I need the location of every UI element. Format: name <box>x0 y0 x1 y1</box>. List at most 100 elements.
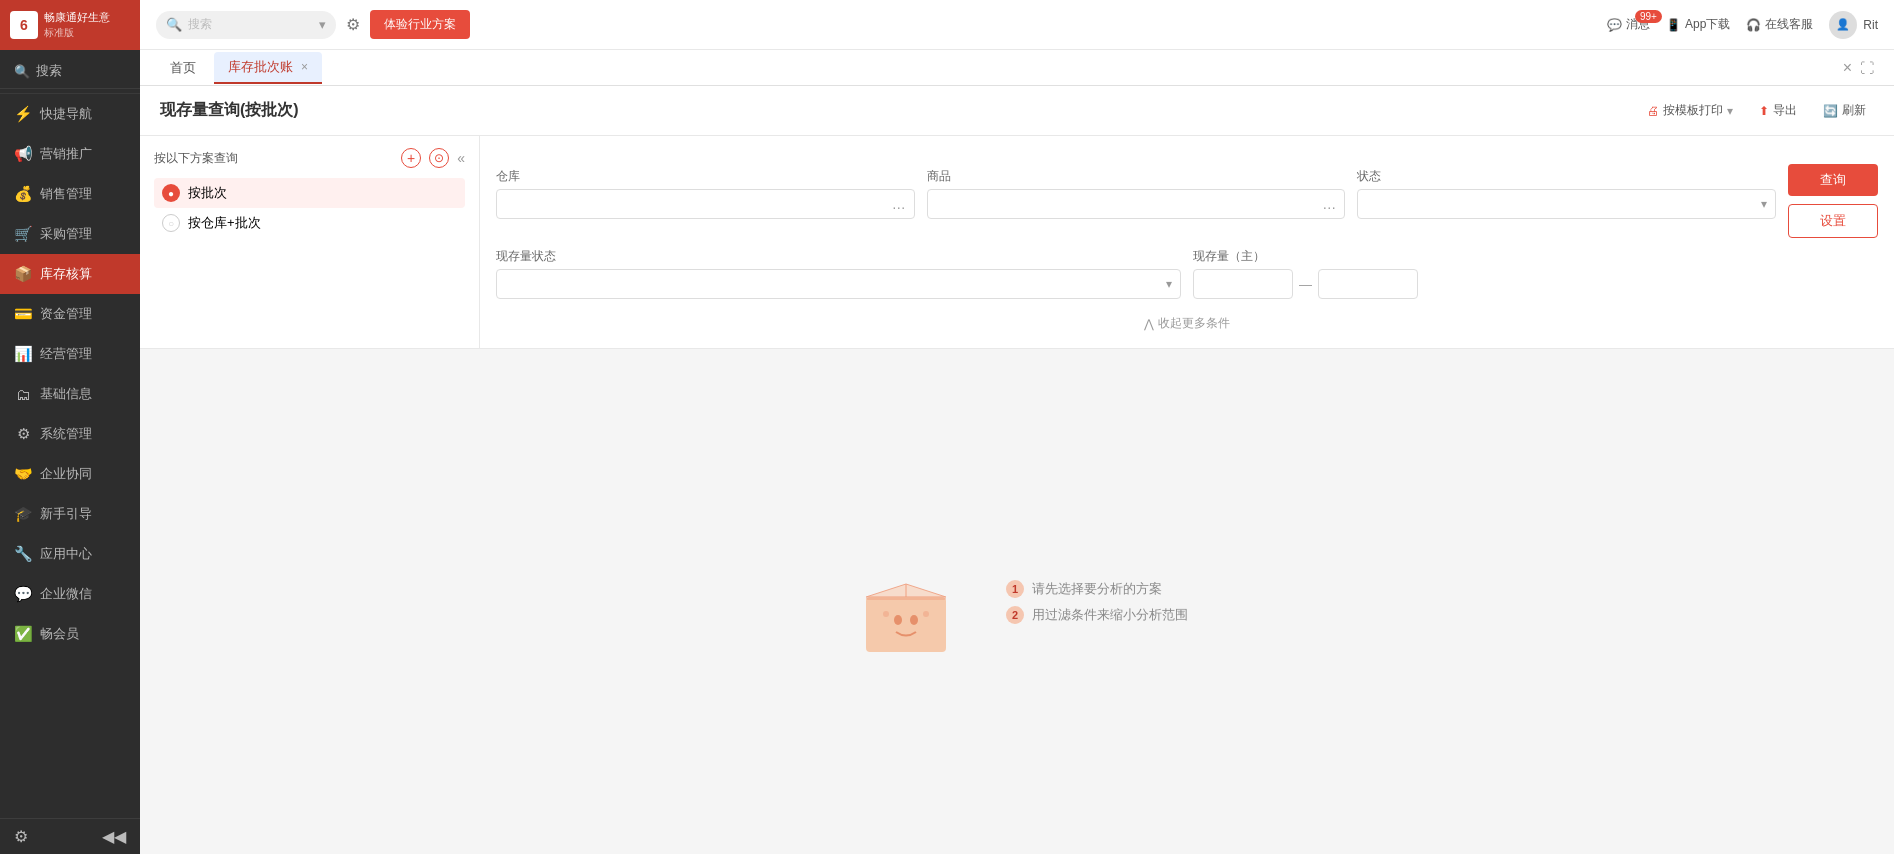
sidebar-item-marketing[interactable]: 📢 营销推广 <box>0 134 140 174</box>
hint-num-2: 2 <box>1006 606 1024 624</box>
filter-row-2: 现存量状态 ▾ 现存量（主） — <box>496 248 1878 299</box>
sidebar-item-purchase[interactable]: 🛒 采购管理 <box>0 214 140 254</box>
collapse-more-btn[interactable]: ⋀ 收起更多条件 <box>496 309 1878 336</box>
tab-inventory-batch[interactable]: 库存批次账 × <box>214 52 322 84</box>
empty-hint-1: 1 请先选择要分析的方案 <box>1006 580 1162 598</box>
empty-hints: 1 请先选择要分析的方案 2 用过滤条件来缩小分析范围 <box>1006 580 1188 624</box>
inventory-qty-min[interactable] <box>1193 269 1293 299</box>
close-panel-btn[interactable]: × <box>1843 60 1852 76</box>
filter-row-1: 仓库 … 商品 … <box>496 148 1878 238</box>
sidebar-item-enterprise[interactable]: 🤝 企业协同 <box>0 454 140 494</box>
panel-expand-icon[interactable]: ⛶ <box>1860 60 1874 76</box>
phone-icon: 📱 <box>1666 18 1681 32</box>
sidebar-item-quick-nav[interactable]: ⚡ 快捷导航 <box>0 94 140 134</box>
topbar-settings-icon[interactable]: ⚙ <box>346 15 360 34</box>
finance-icon: 💳 <box>14 305 32 323</box>
topbar-dropdown-icon[interactable]: ▾ <box>319 17 326 32</box>
warehouse-more-icon[interactable]: … <box>892 196 906 212</box>
sidebar-item-basic[interactable]: 🗂 基础信息 <box>0 374 140 414</box>
sidebar-collapse-icon[interactable]: ◀◀ <box>102 827 126 846</box>
topbar-search-icon: 🔍 <box>166 17 182 32</box>
app-download-btn[interactable]: 📱 App下载 <box>1666 16 1730 33</box>
tab-home-label: 首页 <box>170 59 196 77</box>
scheme-item-batch[interactable]: ● 按批次 <box>154 178 465 208</box>
app-subtitle: 标准版 <box>44 26 110 40</box>
sidebar-item-member[interactable]: ✅ 畅会员 <box>0 614 140 654</box>
svg-point-4 <box>894 615 902 625</box>
scheme-batch-label: 按批次 <box>188 184 227 202</box>
svg-rect-0 <box>866 597 946 652</box>
query-btn[interactable]: 查询 <box>1788 164 1878 196</box>
marketing-icon: 📢 <box>14 145 32 163</box>
enterprise-icon: 🤝 <box>14 465 32 483</box>
main-content: 🔍 搜索 ▾ ⚙ 体验行业方案 💬 消息 99+ 📱 App下载 🎧 在线客服 <box>140 0 1894 854</box>
print-dropdown-icon[interactable]: ▾ <box>1727 104 1733 118</box>
export-btn[interactable]: ⬆ 导出 <box>1751 98 1805 123</box>
sidebar-item-label: 基础信息 <box>40 385 92 403</box>
filter-buttons: 查询 设置 <box>1788 148 1878 238</box>
sidebar-item-operations[interactable]: 📊 经营管理 <box>0 334 140 374</box>
page-header: 现存量查询(按批次) 🖨 按模板打印 ▾ ⬆ 导出 🔄 刷新 <box>140 86 1894 136</box>
scheme-item-warehouse-batch[interactable]: ○ 按仓库+批次 <box>154 208 465 238</box>
print-btn[interactable]: 🖨 按模板打印 ▾ <box>1639 98 1741 123</box>
sidebar-settings-icon[interactable]: ⚙ <box>14 827 28 846</box>
settings-btn[interactable]: 设置 <box>1788 204 1878 238</box>
scheme-add-btn[interactable]: + <box>401 148 421 168</box>
quick-nav-icon: ⚡ <box>14 105 32 123</box>
sidebar-item-inventory[interactable]: 📦 库存核算 <box>0 254 140 294</box>
scheme-collapse-btn[interactable]: « <box>457 150 465 166</box>
export-icon: ⬆ <box>1759 104 1769 118</box>
warehouse-input-wrapper[interactable]: … <box>496 189 915 219</box>
sidebar-item-label: 营销推广 <box>40 145 92 163</box>
sidebar-item-label: 系统管理 <box>40 425 92 443</box>
online-service-btn[interactable]: 🎧 在线客服 <box>1746 16 1813 33</box>
range-separator: — <box>1299 277 1312 292</box>
messages-btn[interactable]: 💬 消息 99+ <box>1607 16 1650 33</box>
user-avatar: 👤 <box>1829 11 1857 39</box>
filter-fields-panel: 仓库 … 商品 … <box>480 136 1894 348</box>
app-download-label: App下载 <box>1685 16 1730 33</box>
warehouse-input[interactable] <box>505 197 888 211</box>
page-title: 现存量查询(按批次) <box>160 100 299 121</box>
sidebar-item-label: 采购管理 <box>40 225 92 243</box>
sidebar-item-newuser[interactable]: 🎓 新手引导 <box>0 494 140 534</box>
goods-input-wrapper[interactable]: … <box>927 189 1346 219</box>
print-label: 按模板打印 <box>1663 102 1723 119</box>
sidebar: 6 畅康通好生意 标准版 🔍 搜索 ⚡ 快捷导航 📢 营销推广 💰 销售管理 🛒… <box>0 0 140 854</box>
inventory-status-select[interactable]: ▾ <box>496 269 1181 299</box>
goods-more-icon[interactable]: … <box>1322 196 1336 212</box>
user-profile-btn[interactable]: 👤 Rit <box>1829 11 1878 39</box>
goods-input[interactable] <box>936 197 1319 211</box>
refresh-btn[interactable]: 🔄 刷新 <box>1815 98 1874 123</box>
status-select[interactable]: ▾ <box>1357 189 1776 219</box>
sidebar-search-btn[interactable]: 🔍 搜索 <box>0 54 140 89</box>
tab-home[interactable]: 首页 <box>156 53 210 83</box>
sidebar-item-finance[interactable]: 💳 资金管理 <box>0 294 140 334</box>
sidebar-item-system[interactable]: ⚙ 系统管理 <box>0 414 140 454</box>
topbar-right: 💬 消息 99+ 📱 App下载 🎧 在线客服 👤 Rit <box>1607 11 1878 39</box>
sidebar-item-sales[interactable]: 💰 销售管理 <box>0 174 140 214</box>
filter-scheme-panel: 按以下方案查询 + ⊙ « ● 按批次 <box>140 136 480 348</box>
experience-btn[interactable]: 体验行业方案 <box>370 10 470 39</box>
hint-text-2: 用过滤条件来缩小分析范围 <box>1032 606 1188 624</box>
topbar-search-placeholder: 搜索 <box>188 16 212 33</box>
status-dropdown-arrow: ▾ <box>1761 197 1767 211</box>
newuser-icon: 🎓 <box>14 505 32 523</box>
operations-icon: 📊 <box>14 345 32 363</box>
sidebar-item-label: 经营管理 <box>40 345 92 363</box>
tabbar: 首页 库存批次账 × × ⛶ <box>140 50 1894 86</box>
refresh-icon: 🔄 <box>1823 104 1838 118</box>
empty-state: 1 请先选择要分析的方案 2 用过滤条件来缩小分析范围 <box>140 349 1894 854</box>
filter-scheme-title: 按以下方案查询 + ⊙ « <box>154 148 465 168</box>
wechat-icon: 💬 <box>14 585 32 603</box>
sidebar-item-wechat[interactable]: 💬 企业微信 <box>0 574 140 614</box>
scheme-settings-btn[interactable]: ⊙ <box>429 148 449 168</box>
sidebar-item-label: 销售管理 <box>40 185 92 203</box>
inventory-qty-max[interactable] <box>1318 269 1418 299</box>
service-icon: 🎧 <box>1746 18 1761 32</box>
sidebar-item-label: 企业微信 <box>40 585 92 603</box>
tab-active-label: 库存批次账 <box>228 58 293 76</box>
content-area: 现存量查询(按批次) 🖨 按模板打印 ▾ ⬆ 导出 🔄 刷新 <box>140 86 1894 854</box>
sidebar-item-appcenter[interactable]: 🔧 应用中心 <box>0 534 140 574</box>
tab-close-icon[interactable]: × <box>301 60 308 74</box>
